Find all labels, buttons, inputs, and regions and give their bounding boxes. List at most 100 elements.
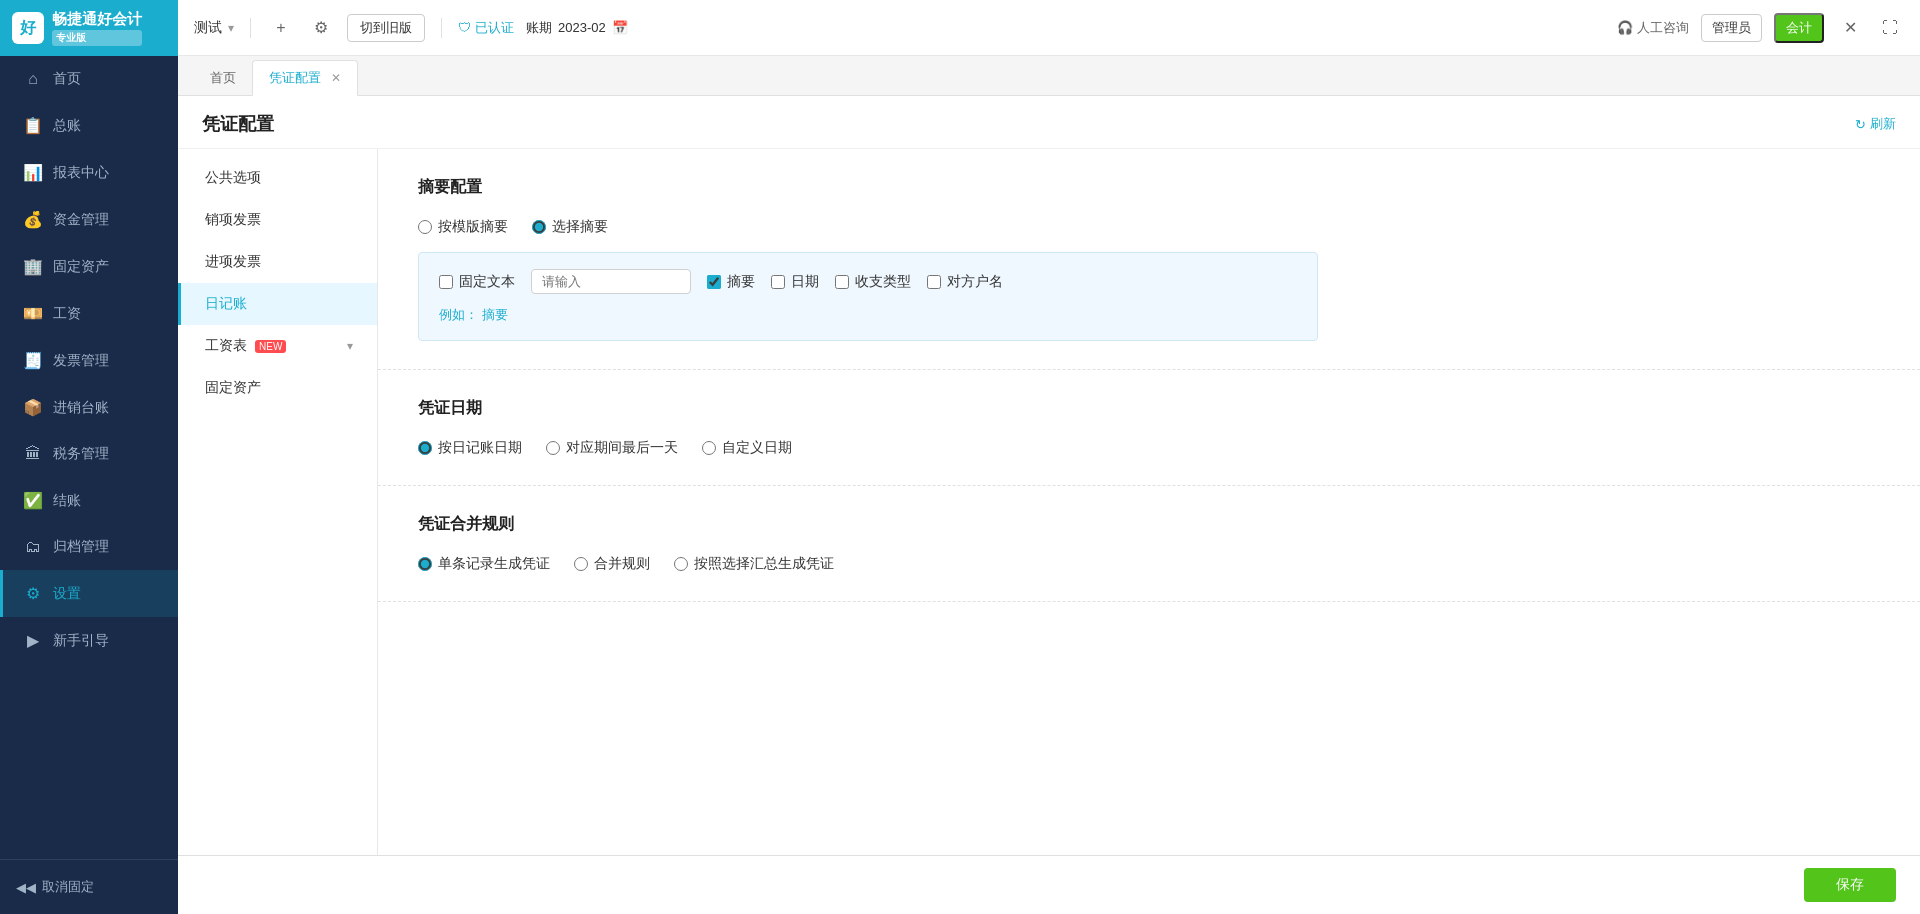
sidebar-item-sales-ledger[interactable]: 📦 进销台账 xyxy=(0,384,178,431)
fixed-text-input[interactable] xyxy=(531,269,691,294)
tab-voucher-config[interactable]: 凭证配置 ✕ xyxy=(252,60,358,96)
date-checkbox[interactable] xyxy=(771,275,785,289)
merge-rules-option[interactable]: 合并规则 xyxy=(574,555,650,573)
headset-icon: 🎧 xyxy=(1617,20,1633,35)
sidebar-item-salary[interactable]: 💴 工资 xyxy=(0,290,178,337)
fixed-text-checkbox[interactable] xyxy=(439,275,453,289)
consult-label: 人工咨询 xyxy=(1637,19,1689,37)
consult-button[interactable]: 🎧 人工咨询 xyxy=(1617,19,1689,37)
calendar-icon[interactable]: 📅 xyxy=(612,20,628,35)
tabbar: 首页 凭证配置 ✕ xyxy=(178,56,1920,96)
new-badge: NEW xyxy=(255,340,286,353)
sidebar-item-capital[interactable]: 💰 资金管理 xyxy=(0,196,178,243)
sidebar-item-label: 首页 xyxy=(53,70,81,88)
capital-icon: 💰 xyxy=(23,210,43,229)
add-button[interactable]: + xyxy=(267,14,295,42)
sidebar-item-guide[interactable]: ▶ 新手引导 xyxy=(0,617,178,664)
summary-generate-radio[interactable] xyxy=(674,557,688,571)
period-last-radio[interactable] xyxy=(546,441,560,455)
sidebar-item-invoice[interactable]: 🧾 发票管理 xyxy=(0,337,178,384)
report-icon: 📊 xyxy=(23,163,43,182)
income-expense-checkbox[interactable] xyxy=(835,275,849,289)
old-version-button[interactable]: 切到旧版 xyxy=(347,14,425,42)
menu-item-payroll[interactable]: 工资表 NEW ▾ xyxy=(178,325,377,367)
journal-date-option[interactable]: 按日记账日期 xyxy=(418,439,522,457)
sidebar-item-label: 税务管理 xyxy=(53,445,109,463)
income-expense-checkbox-label[interactable]: 收支类型 xyxy=(835,273,911,291)
sidebar-item-settings[interactable]: ⚙ 设置 xyxy=(0,570,178,617)
period-last-option[interactable]: 对应期间最后一天 xyxy=(546,439,678,457)
home-icon: ⌂ xyxy=(23,70,43,88)
menu-item-payroll-label: 工资表 xyxy=(205,337,247,355)
journal-date-radio[interactable] xyxy=(418,441,432,455)
menu-item-purchase-invoice[interactable]: 进项发票 xyxy=(178,241,377,283)
sidebar-item-label: 设置 xyxy=(53,585,81,603)
sidebar-bottom: ◀◀ 取消固定 xyxy=(0,859,178,914)
company-name: 测试 xyxy=(194,19,222,37)
date-label: 日期 xyxy=(791,273,819,291)
right-content: 摘要配置 按模版摘要 选择摘要 xyxy=(378,149,1920,855)
fixed-text-checkbox-label[interactable]: 固定文本 xyxy=(439,273,515,291)
sidebar-item-fixed-asset[interactable]: 🏢 固定资产 xyxy=(0,243,178,290)
topbar-divider xyxy=(250,18,251,38)
summary-generate-option[interactable]: 按照选择汇总生成凭证 xyxy=(674,555,834,573)
company-selector[interactable]: 测试 ▾ xyxy=(194,19,234,37)
counterpart-checkbox[interactable] xyxy=(927,275,941,289)
sidebar-item-report[interactable]: 📊 报表中心 xyxy=(0,149,178,196)
sidebar-item-archive[interactable]: 🗂 归档管理 xyxy=(0,524,178,570)
fixed-asset-icon: 🏢 xyxy=(23,257,43,276)
sidebar-item-home[interactable]: ⌂ 首页 xyxy=(0,56,178,102)
menu-item-journal[interactable]: 日记账 xyxy=(178,283,377,325)
menu-item-sales-invoice[interactable]: 销项发票 xyxy=(178,199,377,241)
menu-item-fixed-asset2-label: 固定资产 xyxy=(205,379,261,395)
sidebar-item-label: 固定资产 xyxy=(53,258,109,276)
counterpart-label: 对方户名 xyxy=(947,273,1003,291)
settings-gear-icon[interactable]: ⚙ xyxy=(307,14,335,42)
summary-box-row: 固定文本 摘要 日期 xyxy=(439,269,1297,294)
cancel-fixed-button[interactable]: ◀◀ 取消固定 xyxy=(16,872,162,902)
summary-checkbox[interactable] xyxy=(707,275,721,289)
sidebar-item-ledger[interactable]: 📋 总账 xyxy=(0,102,178,149)
sidebar-item-tax[interactable]: 🏛 税务管理 xyxy=(0,431,178,477)
admin-button[interactable]: 管理员 xyxy=(1701,14,1762,42)
sidebar-item-checkout[interactable]: ✅ 结账 xyxy=(0,477,178,524)
counterpart-checkbox-label[interactable]: 对方户名 xyxy=(927,273,1003,291)
close-window-button[interactable]: ✕ xyxy=(1836,14,1864,42)
payroll-expand-icon: ▾ xyxy=(347,339,353,353)
summary-select-option[interactable]: 选择摘要 xyxy=(532,218,608,236)
summary-template-option[interactable]: 按模版摘要 xyxy=(418,218,508,236)
refresh-button[interactable]: ↻ 刷新 xyxy=(1855,115,1896,133)
topbar-right: 🎧 人工咨询 管理员 会计 xyxy=(1617,13,1824,43)
settings-icon: ⚙ xyxy=(23,584,43,603)
summary-select-label: 选择摘要 xyxy=(552,218,608,236)
summary-checkbox-label[interactable]: 摘要 xyxy=(707,273,755,291)
summary-select-radio[interactable] xyxy=(532,220,546,234)
tab-home[interactable]: 首页 xyxy=(194,61,252,95)
archive-icon: 🗂 xyxy=(23,538,43,556)
custom-date-option[interactable]: 自定义日期 xyxy=(702,439,792,457)
period-last-label: 对应期间最后一天 xyxy=(566,439,678,457)
merge-rules-radio[interactable] xyxy=(574,557,588,571)
save-button[interactable]: 保存 xyxy=(1804,868,1896,902)
period-label: 账期 xyxy=(526,19,552,37)
journal-date-label: 按日记账日期 xyxy=(438,439,522,457)
page-footer: 保存 xyxy=(178,855,1920,914)
sidebar: 好 畅捷通好会计 专业版 ⌂ 首页 📋 总账 📊 报表中心 💰 资金管理 🏢 固… xyxy=(0,0,178,914)
tab-home-label: 首页 xyxy=(210,69,236,87)
single-record-radio[interactable] xyxy=(418,557,432,571)
menu-item-public-label: 公共选项 xyxy=(205,169,261,185)
menu-item-fixed-asset2[interactable]: 固定资产 xyxy=(178,367,377,409)
example-prefix: 例如： xyxy=(439,307,478,322)
single-record-option[interactable]: 单条记录生成凭证 xyxy=(418,555,550,573)
custom-date-radio[interactable] xyxy=(702,441,716,455)
role-button[interactable]: 会计 xyxy=(1774,13,1824,43)
date-checkbox-label[interactable]: 日期 xyxy=(771,273,819,291)
page-title: 凭证配置 xyxy=(202,112,274,136)
tax-icon: 🏛 xyxy=(23,445,43,463)
menu-item-public[interactable]: 公共选项 xyxy=(178,157,377,199)
topbar: 测试 ▾ + ⚙ 切到旧版 🛡 已认证 账期 2023-02 📅 🎧 人工咨询 … xyxy=(178,0,1920,56)
summary-template-radio[interactable] xyxy=(418,220,432,234)
close-tab-icon[interactable]: ✕ xyxy=(331,71,341,85)
summary-generate-label: 按照选择汇总生成凭证 xyxy=(694,555,834,573)
fullscreen-button[interactable]: ⛶ xyxy=(1876,14,1904,42)
